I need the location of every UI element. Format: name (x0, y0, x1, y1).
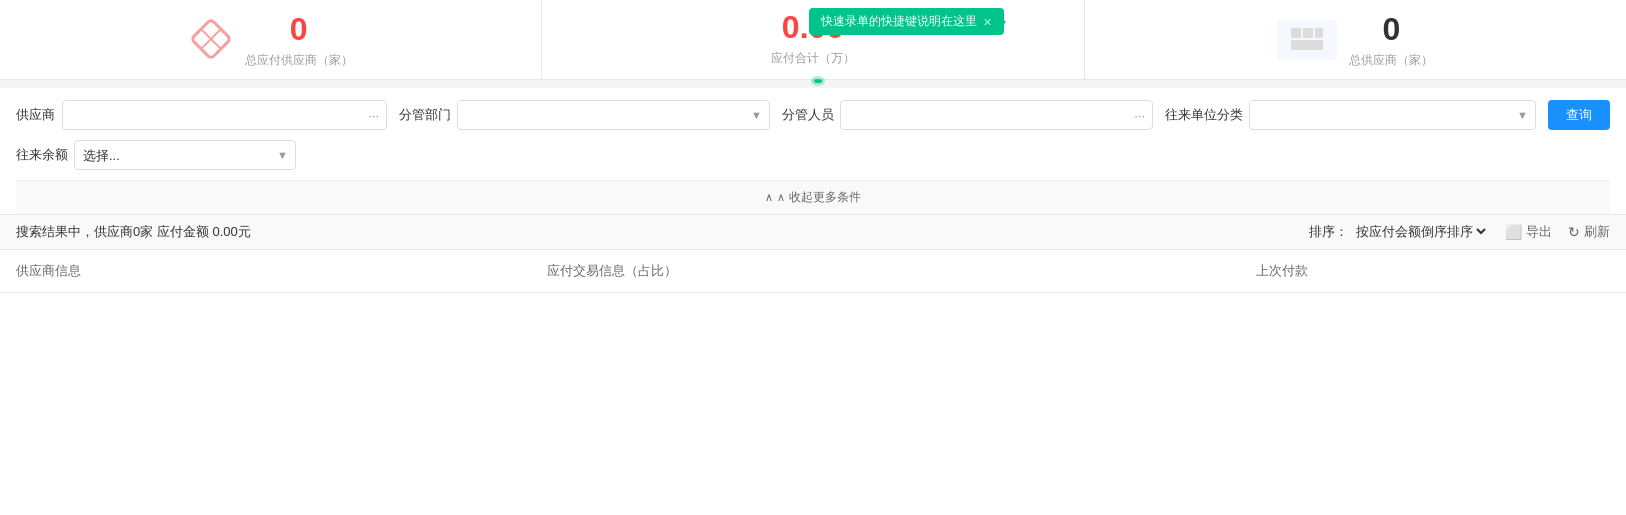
person-dots-icon[interactable]: ··· (1134, 108, 1145, 123)
filter-balance: 往来余额 选择... ▼ (16, 140, 296, 170)
refresh-button[interactable]: ↻ 刷新 (1568, 223, 1610, 241)
col-payment-header: 上次付款 (1256, 262, 1610, 280)
shortcut-tooltip: 快速录单的快捷键说明在这里 × (809, 8, 1003, 35)
col-transaction-header: 应付交易信息（占比） (547, 262, 1255, 280)
filter-department: 分管部门 ▼ (399, 100, 770, 130)
results-summary: 搜索结果中，供应商0家 应付金额 0.00元 (16, 223, 251, 241)
department-label: 分管部门 (399, 106, 451, 124)
collapse-bar[interactable]: ∧ ∧ 收起更多条件 (16, 180, 1610, 214)
person-input[interactable] (840, 100, 1153, 130)
collapse-text: ∧ ∧ 收起更多条件 (765, 189, 860, 206)
collapse-chevron-icon: ∧ ∧ (765, 191, 784, 204)
supplier-input-wrap: ··· (62, 100, 387, 130)
export-label: 导出 (1526, 223, 1552, 241)
supplier-dots-icon[interactable]: ··· (368, 108, 379, 123)
table-header: 供应商信息 应付交易信息（占比） 上次付款 (0, 250, 1626, 293)
export-icon: ⬜ (1505, 224, 1522, 240)
results-actions: 排序： 按应付会额倒序排序 ⬜ 导出 ↻ 刷新 (1309, 223, 1610, 241)
unit-category-select[interactable] (1249, 100, 1536, 130)
tooltip-close-btn[interactable]: × (983, 15, 991, 29)
svg-rect-5 (1291, 28, 1301, 38)
table-body (0, 293, 1626, 515)
unit-category-select-wrap: ▼ (1249, 100, 1536, 130)
svg-rect-6 (1303, 28, 1313, 38)
svg-rect-8 (1291, 40, 1323, 50)
export-button[interactable]: ⬜ 导出 (1505, 223, 1552, 241)
tooltip-text: 快速录单的快捷键说明在这里 (821, 13, 977, 30)
tooltip-dot (814, 79, 822, 83)
payable-total-label: 应付合计（万） (771, 50, 855, 67)
stat-payable-suppliers: 0 总应付供应商（家） (0, 0, 542, 79)
refresh-icon: ↻ (1568, 224, 1580, 240)
refresh-label: 刷新 (1584, 223, 1610, 241)
filter-supplier: 供应商 ··· (16, 100, 387, 130)
payable-suppliers-count: 0 (290, 10, 308, 48)
stat-total-suppliers: 0 总供应商（家） (1085, 0, 1626, 79)
person-label: 分管人员 (782, 106, 834, 124)
sort-select[interactable]: 按应付会额倒序排序 (1352, 223, 1489, 240)
supplier-input[interactable] (62, 100, 387, 130)
logo-icon (189, 17, 233, 61)
sort-label: 排序： 按应付会额倒序排序 (1309, 223, 1489, 241)
filter-row-2: 往来余额 选择... ▼ (16, 140, 1610, 170)
stats-bar: 0 总应付供应商（家） ¥ 0.00 应付合计（万） 快速录单的快捷键说明在这里… (0, 0, 1626, 80)
sort-prefix: 排序： (1309, 224, 1348, 239)
unit-category-label: 往来单位分类 (1165, 106, 1243, 124)
balance-select[interactable]: 选择... (74, 140, 296, 170)
data-table: 供应商信息 应付交易信息（占比） 上次付款 (0, 250, 1626, 515)
department-select-wrap: ▼ (457, 100, 770, 130)
person-input-wrap: ··· (840, 100, 1153, 130)
balance-label: 往来余额 (16, 146, 68, 164)
query-button[interactable]: 查询 (1548, 100, 1610, 130)
filter-bar: 供应商 ··· 分管部门 ▼ 分管人员 ··· (0, 88, 1626, 215)
svg-rect-7 (1315, 28, 1323, 38)
balance-select-wrap: 选择... ▼ (74, 140, 296, 170)
suppliers-icon (1289, 26, 1325, 54)
total-suppliers-count: 0 (1382, 10, 1400, 48)
collapse-label: 收起更多条件 (789, 189, 861, 206)
filter-unit-category: 往来单位分类 ▼ (1165, 100, 1536, 130)
stat-payable-total: ¥ 0.00 应付合计（万） 快速录单的快捷键说明在这里 × (542, 0, 1084, 79)
results-bar: 搜索结果中，供应商0家 应付金额 0.00元 排序： 按应付会额倒序排序 ⬜ 导… (0, 215, 1626, 250)
total-suppliers-label: 总供应商（家） (1349, 52, 1433, 69)
department-select[interactable] (457, 100, 770, 130)
col-supplier-header: 供应商信息 (16, 262, 547, 280)
filter-person: 分管人员 ··· (782, 100, 1153, 130)
payable-suppliers-label: 总应付供应商（家） (245, 52, 353, 69)
supplier-label: 供应商 (16, 106, 56, 124)
filter-row-1: 供应商 ··· 分管部门 ▼ 分管人员 ··· (16, 100, 1610, 130)
